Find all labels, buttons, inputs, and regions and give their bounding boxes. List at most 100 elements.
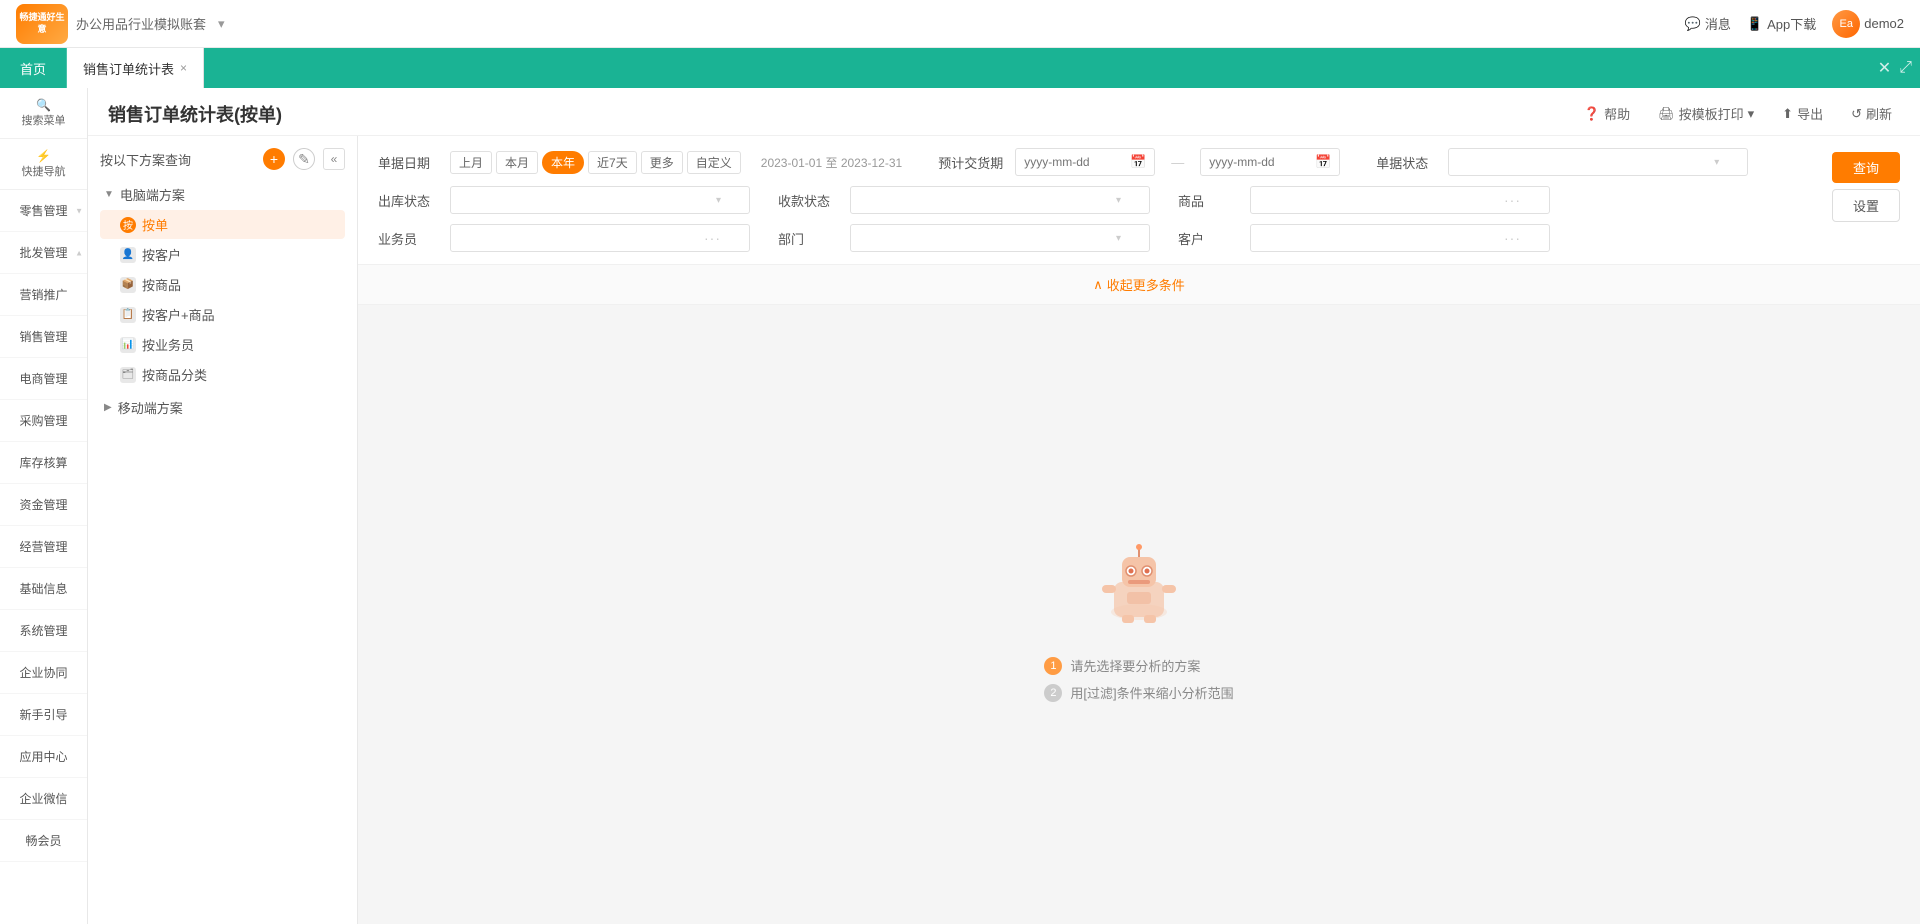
scheme-group-pc-header[interactable]: ▼ 电脑端方案 [100, 180, 345, 209]
sidebar-item-newuser[interactable]: 新手引导 [0, 694, 87, 736]
print-btn[interactable]: 🖨 按模板打印 ▾ [1650, 100, 1762, 127]
predicted-date-start[interactable] [1016, 151, 1122, 173]
scheme-item-by-order[interactable]: 按 按单 [100, 210, 345, 239]
filter-scheme-label: 按以下方案查询 [100, 150, 191, 169]
scheme-item-icon-cg: 📋 [120, 307, 136, 323]
header-actions: ❓ 帮助 🖨 按模板打印 ▾ ⬆ 导出 ↺ 刷新 [1576, 100, 1900, 127]
scheme-item-by-customer[interactable]: 👤 按客户 [100, 240, 345, 269]
help-btn[interactable]: ❓ 帮助 [1576, 100, 1638, 127]
date-btn-7days[interactable]: 近7天 [588, 151, 637, 174]
sidebar-shortcut[interactable]: ⚡ 快捷导航 [0, 139, 87, 190]
scheme-item-icon-salesman: 📊 [120, 337, 136, 353]
scheme-item-icon-category: 🗂 [120, 367, 136, 383]
sidebar-item-finance[interactable]: 资金管理 [0, 484, 87, 526]
tab-sales-statistics[interactable]: 销售订单统计表 × [67, 48, 204, 88]
settings-btn[interactable]: 设置 [1832, 189, 1900, 222]
help-icon: ❓ [1584, 106, 1600, 122]
dept-label: 部门 [778, 229, 838, 248]
export-icon: ⬆ [1782, 106, 1793, 122]
pay-status-arrow: ▾ [1116, 195, 1121, 206]
collapse-bar[interactable]: ∧ 收起更多条件 [358, 265, 1920, 305]
sidebar-item-basic[interactable]: 基础信息 [0, 568, 87, 610]
out-status-arrow: ▾ [716, 195, 721, 206]
salesman-select[interactable]: ··· [450, 224, 750, 252]
date-btn-group: 上月 本月 本年 近7天 更多 自定义 [450, 151, 741, 174]
out-status-select[interactable]: ▾ [450, 186, 750, 214]
goods-select[interactable]: ··· [1250, 186, 1550, 214]
topbar-title: 办公用品行业模拟账套 [76, 14, 206, 33]
sidebar-item-ecommerce[interactable]: 电商管理 [0, 358, 87, 400]
tip-num-2: 2 [1044, 684, 1062, 702]
filter-area: 单据日期 上月 本月 本年 近7天 更多 自定义 2023-01-01 至 20… [358, 136, 1920, 265]
goods-dots: ··· [1504, 192, 1521, 208]
out-status-label: 出库状态 [378, 191, 438, 210]
dept-select[interactable]: ▾ [850, 224, 1150, 252]
sidebar-item-inventory[interactable]: 库存核算 [0, 442, 87, 484]
scheme-item-icon-goods: 📦 [120, 277, 136, 293]
sidebar-item-retail[interactable]: 零售管理 [0, 190, 87, 232]
query-tips: 1 请先选择要分析的方案 2 用[过滤]条件来缩小分析范围 [1044, 656, 1233, 702]
query-tip-2: 2 用[过滤]条件来缩小分析范围 [1044, 683, 1233, 702]
scheme-item-by-customer-goods[interactable]: 📋 按客户+商品 [100, 300, 345, 329]
export-btn[interactable]: ⬆ 导出 [1774, 100, 1831, 127]
scheme-item-by-category[interactable]: 🗂 按商品分类 [100, 360, 345, 389]
filter-panel-header: 按以下方案查询 + ✎ « [100, 148, 345, 170]
scheme-group-mobile-header[interactable]: ▶ 移动端方案 [100, 393, 345, 422]
sidebar-item-sales[interactable]: 销售管理 [0, 316, 87, 358]
scheme-item-by-salesman[interactable]: 📊 按业务员 [100, 330, 345, 359]
predicted-date-label: 预计交货期 [938, 153, 1003, 172]
edit-scheme-btn[interactable]: ✎ [293, 148, 315, 170]
message-icon: 💬 [1685, 16, 1701, 32]
sidebar-item-purchase[interactable]: 采购管理 [0, 400, 87, 442]
window-close-icon[interactable]: ✕ [1878, 58, 1891, 78]
scheme-item-by-goods[interactable]: 📦 按商品 [100, 270, 345, 299]
status-select[interactable]: ▾ [1448, 148, 1748, 176]
date-btn-this-year[interactable]: 本年 [542, 151, 584, 174]
date-btn-more[interactable]: 更多 [641, 151, 683, 174]
customer-select[interactable]: ··· [1250, 224, 1550, 252]
query-btn[interactable]: 查询 [1832, 152, 1900, 183]
status-select-arrow: ▾ [1714, 157, 1719, 168]
collapse-scheme-btn[interactable]: « [323, 148, 345, 170]
sidebar-item-marketing[interactable]: 营销推广 [0, 274, 87, 316]
sidebar-item-enterprise[interactable]: 企业协同 [0, 652, 87, 694]
sidebar-search[interactable]: 🔍 搜索菜单 [0, 88, 87, 139]
calendar-start-icon[interactable]: 📅 [1122, 154, 1154, 170]
topbar: 畅捷通好生意 办公用品行业模拟账套 ▾ 💬 消息 📱 App下载 Ea demo… [0, 0, 1920, 48]
predicted-date-end[interactable] [1201, 151, 1307, 173]
date-btn-last-month[interactable]: 上月 [450, 151, 492, 174]
tab-home[interactable]: 首页 [0, 48, 67, 88]
app-download-btn[interactable]: 📱 App下载 [1747, 14, 1816, 33]
sidebar-item-wholesale[interactable]: 批发管理 [0, 232, 87, 274]
calendar-end-icon[interactable]: 📅 [1307, 154, 1339, 170]
salesman-label: 业务员 [378, 229, 438, 248]
pay-status-select[interactable]: ▾ [850, 186, 1150, 214]
page-header: 销售订单统计表(按单) ❓ 帮助 🖨 按模板打印 ▾ ⬆ 导出 ↺ 刷新 [88, 88, 1920, 136]
predicted-date-start-wrapper: 📅 [1015, 148, 1155, 176]
collapse-icon: ∧ [1093, 277, 1103, 293]
empty-state-icon [1084, 527, 1194, 640]
scheme-item-icon-customer: 👤 [120, 247, 136, 263]
shortcut-icon: ⚡ [36, 149, 51, 163]
sidebar-item-system[interactable]: 系统管理 [0, 610, 87, 652]
sidebar-item-member[interactable]: 畅会员 [0, 820, 87, 862]
filter-row-2: 出库状态 ▾ 收款状态 ▾ 商品 [378, 186, 1820, 214]
main-panel: 按以下方案查询 + ✎ « ▼ 电脑端方案 按 [88, 136, 1920, 924]
sidebar-item-operation[interactable]: 经营管理 [0, 526, 87, 568]
user-menu[interactable]: Ea demo2 [1832, 10, 1904, 38]
sidebar-item-appcenter[interactable]: 应用中心 [0, 736, 87, 778]
customer-label: 客户 [1178, 229, 1238, 248]
date-btn-custom[interactable]: 自定义 [687, 151, 741, 174]
tab-close-btn[interactable]: × [180, 61, 187, 75]
query-tip-1: 1 请先选择要分析的方案 [1044, 656, 1233, 675]
message-btn[interactable]: 💬 消息 [1685, 14, 1731, 33]
topbar-dropdown-icon[interactable]: ▾ [218, 16, 225, 32]
add-scheme-btn[interactable]: + [263, 148, 285, 170]
filter-row-1: 单据日期 上月 本月 本年 近7天 更多 自定义 2023-01-01 至 20… [378, 148, 1820, 176]
sidebar-item-wechat[interactable]: 企业微信 [0, 778, 87, 820]
refresh-btn[interactable]: ↺ 刷新 [1843, 100, 1900, 127]
sidebar: 🔍 搜索菜单 ⚡ 快捷导航 零售管理 批发管理 营销推广 销售管理 电商管理 采… [0, 88, 88, 924]
window-expand-icon[interactable]: ⤢ [1899, 59, 1912, 77]
query-area: 1 请先选择要分析的方案 2 用[过滤]条件来缩小分析范围 [358, 305, 1920, 924]
date-btn-this-month[interactable]: 本月 [496, 151, 538, 174]
